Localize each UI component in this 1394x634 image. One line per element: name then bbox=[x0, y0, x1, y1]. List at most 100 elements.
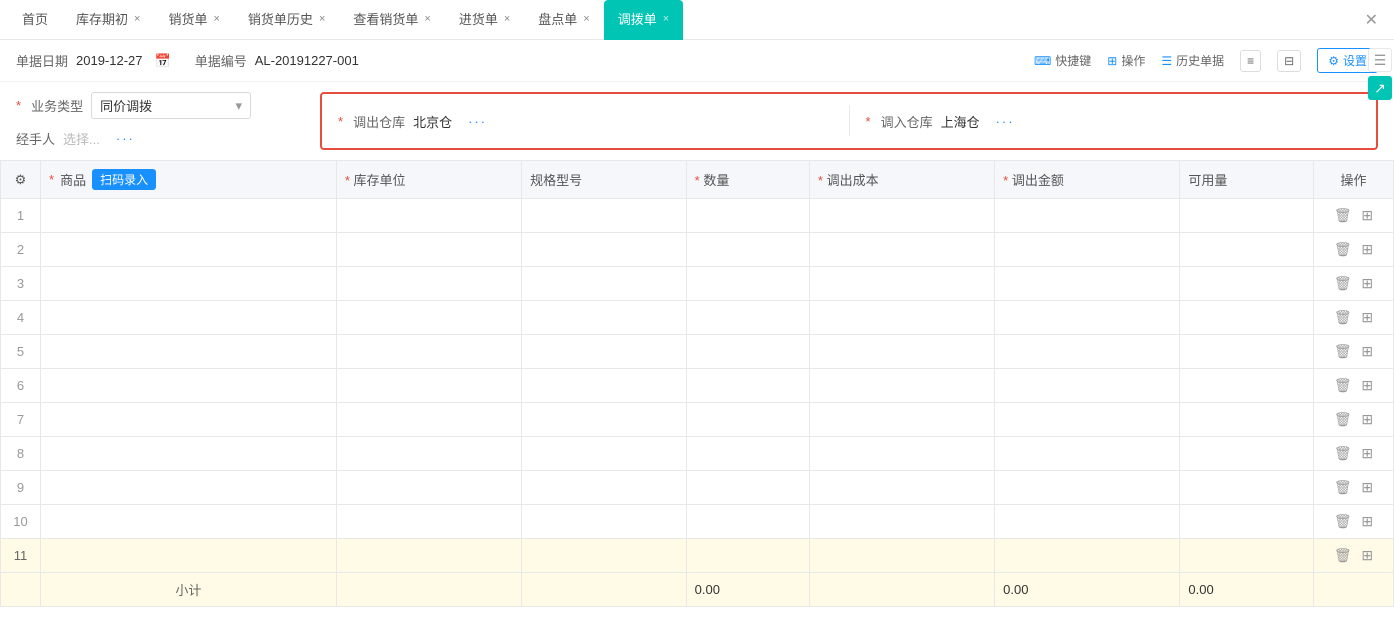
tab-home[interactable]: 首页 bbox=[8, 0, 62, 40]
col-gear[interactable]: ⚙ bbox=[1, 161, 41, 199]
tab-close-sales-history[interactable]: × bbox=[319, 13, 325, 25]
cell-product[interactable] bbox=[41, 233, 337, 267]
person-field: 经手人 选择... ··· bbox=[16, 129, 296, 148]
cell-unit[interactable] bbox=[336, 233, 521, 267]
side-export-icon[interactable]: ↗ bbox=[1368, 76, 1392, 100]
subtotal-qty: 0.00 bbox=[686, 573, 809, 607]
tab-purchase[interactable]: 进货单 × bbox=[445, 0, 524, 40]
business-type-arrow: ▾ bbox=[236, 98, 243, 114]
tab-close-inventory[interactable]: × bbox=[583, 13, 589, 25]
cell-unit[interactable] bbox=[336, 199, 521, 233]
person-dots[interactable]: ··· bbox=[116, 131, 135, 146]
layout-icon-1: ≡ bbox=[1247, 54, 1254, 68]
settings-icon: ⚙ bbox=[1328, 54, 1339, 68]
delete-icon[interactable]: 🗑 bbox=[1334, 377, 1352, 393]
copy-icon[interactable]: ⊞ bbox=[1361, 275, 1373, 291]
number-value: AL-20191227-001 bbox=[255, 53, 359, 68]
warehouse-out-label: 调出仓库 bbox=[353, 112, 405, 131]
delete-icon[interactable]: 🗑 bbox=[1334, 309, 1352, 325]
col-qty: * 数量 bbox=[686, 161, 809, 199]
tab-stock-init[interactable]: 库存期初 × bbox=[62, 0, 154, 40]
subtotal-row: 11 🗑 ⊞ bbox=[1, 539, 1394, 573]
delete-icon[interactable]: 🗑 bbox=[1334, 343, 1352, 359]
cell-cost[interactable] bbox=[809, 199, 994, 233]
subtotal-available: 0.00 bbox=[1180, 573, 1314, 607]
table-row: 7 🗑 ⊞ bbox=[1, 403, 1394, 437]
business-type-value: 同价调拨 bbox=[100, 96, 231, 115]
warehouse-in-dots[interactable]: ··· bbox=[996, 114, 1015, 129]
tab-close-stock-init[interactable]: × bbox=[134, 13, 140, 25]
delete-icon[interactable]: 🗑 bbox=[1334, 275, 1352, 291]
form-area: * 业务类型 同价调拨 ▾ 经手人 选择... ··· * 调出仓库 北京仓 ·… bbox=[0, 82, 1394, 160]
table-header-row: ⚙ * 商品 扫码录入 * 库存单位 规格型号 * 数量 bbox=[1, 161, 1394, 199]
shortcut-button[interactable]: ⌨ 快捷键 bbox=[1034, 52, 1091, 69]
calendar-icon[interactable]: 📅 bbox=[155, 53, 171, 69]
delete-icon[interactable]: 🗑 bbox=[1334, 207, 1352, 223]
delete-icon[interactable]: 🗑 bbox=[1334, 547, 1352, 563]
warehouse-out-value: 北京仓 bbox=[413, 112, 452, 131]
cell-qty[interactable] bbox=[686, 199, 809, 233]
copy-icon[interactable]: ⊞ bbox=[1361, 547, 1373, 563]
tab-close-sales[interactable]: × bbox=[213, 13, 219, 25]
operation-button[interactable]: ⊞ 操作 bbox=[1107, 52, 1145, 69]
copy-icon[interactable]: ⊞ bbox=[1361, 241, 1373, 257]
history-icon: ☰ bbox=[1161, 54, 1172, 68]
copy-icon[interactable]: ⊞ bbox=[1361, 411, 1373, 427]
tab-sales[interactable]: 销货单 × bbox=[154, 0, 233, 40]
layout-button-2[interactable]: ⊟ bbox=[1277, 50, 1301, 72]
tab-close-transfer[interactable]: × bbox=[663, 13, 669, 25]
table-row: 2 🗑 ⊞ bbox=[1, 233, 1394, 267]
business-type-select[interactable]: 同价调拨 ▾ bbox=[91, 92, 251, 119]
cell-spec[interactable] bbox=[522, 199, 687, 233]
tab-bar: 首页 库存期初 × 销货单 × 销货单历史 × 查看销货单 × 进货单 × 盘点… bbox=[0, 0, 1394, 40]
delete-icon[interactable]: 🗑 bbox=[1334, 513, 1352, 529]
delete-icon[interactable]: 🗑 bbox=[1334, 241, 1352, 257]
tab-bar-close-button[interactable]: ✕ bbox=[1357, 10, 1386, 30]
table-row: 10 🗑 ⊞ bbox=[1, 505, 1394, 539]
subtotal-label: 小计 bbox=[41, 573, 337, 607]
table-row: 5 🗑 ⊞ bbox=[1, 335, 1394, 369]
cell-amount[interactable] bbox=[995, 233, 1180, 267]
warehouse-out-dots[interactable]: ··· bbox=[468, 114, 487, 129]
delete-icon[interactable]: 🗑 bbox=[1334, 445, 1352, 461]
date-value: 2019-12-27 bbox=[76, 53, 143, 68]
cell-available bbox=[1180, 199, 1314, 233]
warehouse-divider bbox=[849, 106, 850, 136]
table-row: 8 🗑 ⊞ bbox=[1, 437, 1394, 471]
cell-qty[interactable] bbox=[686, 233, 809, 267]
copy-icon[interactable]: ⊞ bbox=[1361, 513, 1373, 529]
business-type-star: * bbox=[16, 98, 21, 113]
cell-spec[interactable] bbox=[522, 233, 687, 267]
tab-transfer[interactable]: 调拨单 × bbox=[604, 0, 683, 40]
warehouse-in-label: 调入仓库 bbox=[881, 112, 933, 131]
layout-button-1[interactable]: ≡ bbox=[1240, 50, 1261, 72]
cell-cost[interactable] bbox=[809, 233, 994, 267]
history-button[interactable]: ☰ 历史单据 bbox=[1161, 52, 1224, 69]
tab-close-view-sales[interactable]: × bbox=[424, 13, 430, 25]
copy-icon[interactable]: ⊞ bbox=[1361, 479, 1373, 495]
subtotal-amount: 0.00 bbox=[995, 573, 1180, 607]
warehouse-out-star: * bbox=[338, 114, 343, 129]
toolbar-left: 单据日期 2019-12-27 📅 单据编号 AL-20191227-001 bbox=[16, 51, 359, 70]
col-unit: * 库存单位 bbox=[336, 161, 521, 199]
tab-inventory[interactable]: 盘点单 × bbox=[524, 0, 603, 40]
warehouse-in-star: * bbox=[866, 114, 871, 129]
tab-sales-history[interactable]: 销货单历史 × bbox=[234, 0, 339, 40]
copy-icon[interactable]: ⊞ bbox=[1361, 207, 1373, 223]
tab-view-sales[interactable]: 查看销货单 × bbox=[339, 0, 444, 40]
scan-button[interactable]: 扫码录入 bbox=[92, 169, 156, 190]
side-list-icon[interactable]: ☰ bbox=[1368, 48, 1392, 72]
toolbar-right: ⌨ 快捷键 ⊞ 操作 ☰ 历史单据 ≡ ⊟ ⚙ 设置 bbox=[1034, 48, 1378, 73]
delete-icon[interactable]: 🗑 bbox=[1334, 479, 1352, 495]
operation-icon: ⊞ bbox=[1107, 54, 1117, 68]
cell-product[interactable] bbox=[41, 199, 337, 233]
cell-amount[interactable] bbox=[995, 199, 1180, 233]
copy-icon[interactable]: ⊞ bbox=[1361, 309, 1373, 325]
delete-icon[interactable]: 🗑 bbox=[1334, 411, 1352, 427]
table-row: 4 🗑 ⊞ bbox=[1, 301, 1394, 335]
copy-icon[interactable]: ⊞ bbox=[1361, 343, 1373, 359]
copy-icon[interactable]: ⊞ bbox=[1361, 377, 1373, 393]
tab-close-purchase[interactable]: × bbox=[504, 13, 510, 25]
copy-icon[interactable]: ⊞ bbox=[1361, 445, 1373, 461]
side-panel: ☰ ↗ bbox=[1366, 40, 1394, 100]
